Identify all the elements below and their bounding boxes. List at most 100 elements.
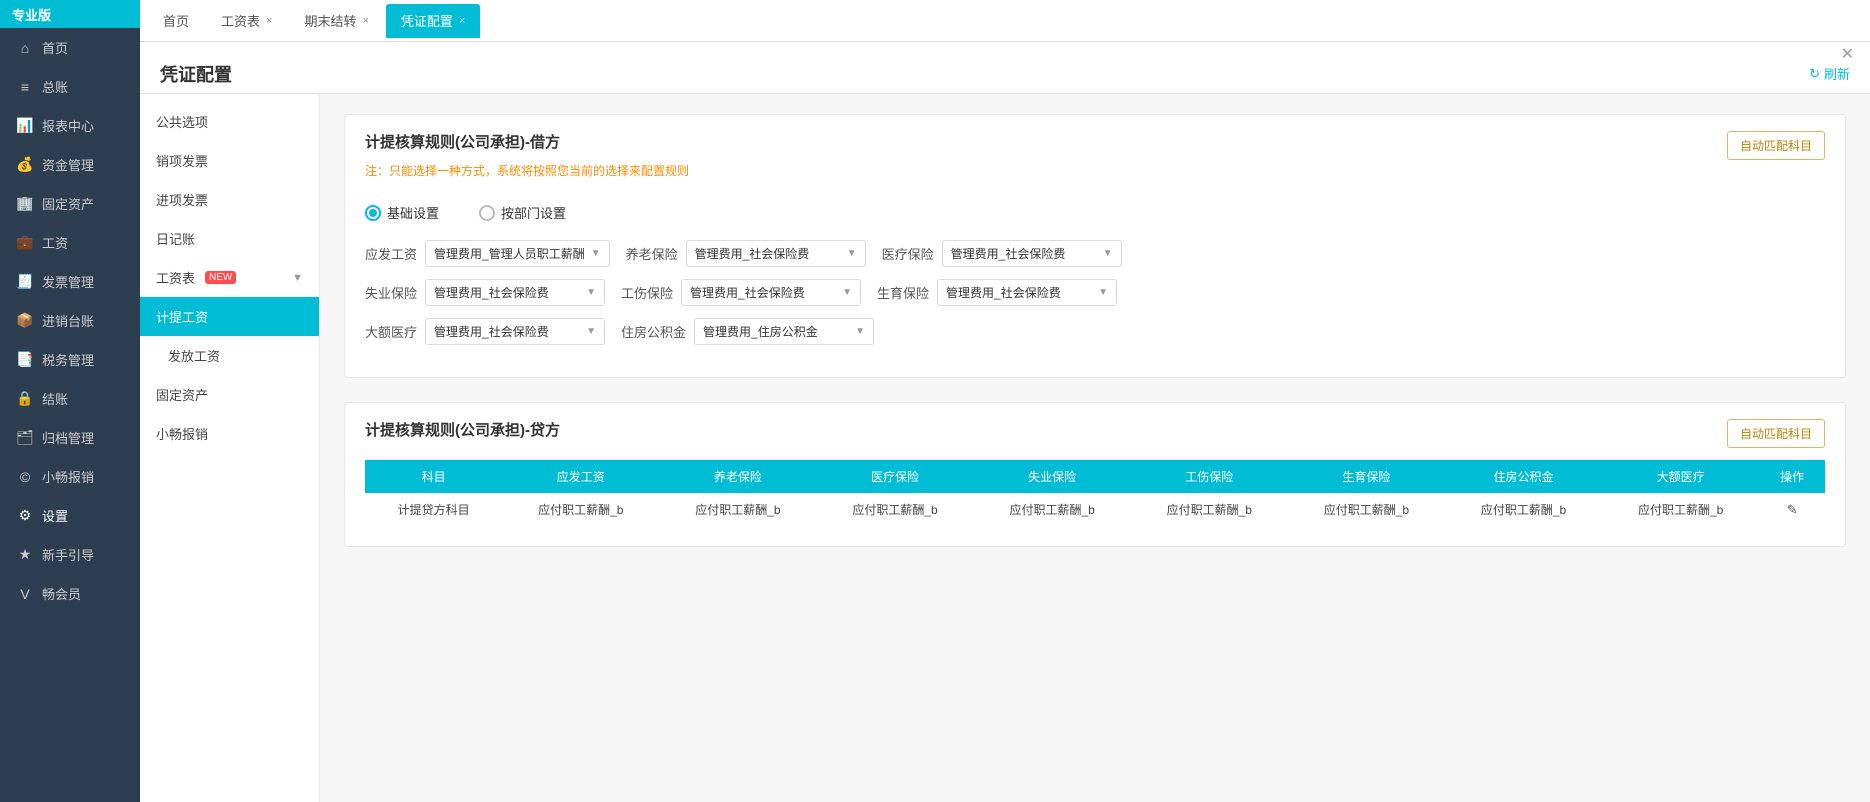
nav-petty-expense-label: 小畅报销 bbox=[156, 424, 208, 443]
td-subject: 计提贷方科目 bbox=[365, 493, 502, 526]
sidebar-item-invoice[interactable]: 🧾 发票管理 bbox=[0, 262, 140, 301]
radio-dept-circle bbox=[479, 205, 495, 221]
nav-journal[interactable]: 日记账 bbox=[140, 219, 319, 258]
td-失业保险: 应付职工薪酬_b bbox=[974, 493, 1131, 526]
credit-table: 科目 应发工资 养老保险 医疗保险 失业保险 工伤保险 生育保险 住房公积金 大… bbox=[365, 460, 1825, 526]
nav-public-label: 公共选项 bbox=[156, 112, 208, 131]
tab-voucher-close[interactable]: × bbox=[459, 15, 465, 27]
credit-section-title: 计提核算规则(公司承担)-贷方 bbox=[365, 419, 560, 440]
tab-period-label: 期末结转 bbox=[304, 11, 356, 30]
right-content: 计提核算规则(公司承担)-借方 注：只能选择一种方式，系统将按照您当前的选择来配… bbox=[320, 94, 1870, 802]
select-失业保险[interactable]: 管理费用_社会保险费 ▼ bbox=[425, 279, 605, 306]
field-住房公积金: 住房公积金 管理费用_住房公积金 ▼ bbox=[621, 318, 874, 345]
home-icon: ⌂ bbox=[16, 40, 34, 56]
td-应发工资: 应付职工薪酬_b bbox=[502, 493, 659, 526]
debit-section-note: 注：只能选择一种方式，系统将按照您当前的选择来配置规则 bbox=[365, 162, 689, 179]
debit-auto-match-button[interactable]: 自动匹配科目 bbox=[1727, 131, 1825, 160]
sidebar-item-member[interactable]: V 畅会员 bbox=[0, 574, 140, 613]
field-失业保险: 失业保险 管理费用_社会保险费 ▼ bbox=[365, 279, 605, 306]
sidebar-item-xiaochang[interactable]: © 小畅报销 bbox=[0, 457, 140, 496]
sidebar-label-tax: 税务管理 bbox=[42, 350, 94, 369]
chevron-大额医疗-icon: ▼ bbox=[586, 326, 596, 337]
label-养老保险: 养老保险 bbox=[626, 244, 678, 263]
table-row: 计提贷方科目 应付职工薪酬_b 应付职工薪酬_b 应付职工薪酬_b 应付职工薪酬… bbox=[365, 493, 1825, 526]
select-住房公积金[interactable]: 管理费用_住房公积金 ▼ bbox=[694, 318, 874, 345]
nav-accrual-label: 计提工资 bbox=[156, 307, 208, 326]
sidebar-item-tax[interactable]: 📑 税务管理 bbox=[0, 340, 140, 379]
td-大额医疗: 应付职工薪酬_b bbox=[1602, 493, 1759, 526]
page-title: 凭证配置 bbox=[160, 61, 232, 87]
chevron-住房公积金-icon: ▼ bbox=[855, 326, 865, 337]
credit-auto-match-button[interactable]: 自动匹配科目 bbox=[1727, 419, 1825, 448]
tab-period-close-btn[interactable]: × bbox=[362, 15, 368, 27]
sidebar-item-salary[interactable]: 💼 工资 bbox=[0, 223, 140, 262]
radio-basic[interactable]: 基础设置 bbox=[365, 203, 439, 222]
select-工伤保险[interactable]: 管理费用_社会保险费 ▼ bbox=[681, 279, 861, 306]
sidebar-item-closing[interactable]: 🔒 结账 bbox=[0, 379, 140, 418]
edit-icon[interactable]: ✎ bbox=[1787, 502, 1798, 517]
debit-section-title: 计提核算规则(公司承担)-借方 bbox=[365, 131, 689, 152]
nav-salary-table[interactable]: 工资表 NEW ▼ bbox=[140, 258, 319, 297]
field-医疗保险: 医疗保险 管理费用_社会保险费 ▼ bbox=[882, 240, 1122, 267]
sidebar-label-closing: 结账 bbox=[42, 389, 68, 408]
select-生育保险[interactable]: 管理费用_社会保险费 ▼ bbox=[937, 279, 1117, 306]
content-layout: 公共选项 销项发票 进项发票 日记账 工资表 NEW ▼ 计提工资 发放工资 bbox=[140, 94, 1870, 802]
select-医疗保险-value: 管理费用_社会保险费 bbox=[951, 245, 1066, 262]
sidebar-item-assets[interactable]: 🏢 固定资产 bbox=[0, 184, 140, 223]
tab-salary-table[interactable]: 工资表 × bbox=[206, 4, 287, 38]
label-应发工资: 应发工资 bbox=[365, 244, 417, 263]
label-住房公积金: 住房公积金 bbox=[621, 322, 686, 341]
closing-icon: 🔒 bbox=[16, 390, 34, 407]
credit-section-header: 计提核算规则(公司承担)-贷方 自动匹配科目 bbox=[365, 419, 1825, 450]
td-养老保险: 应付职工薪酬_b bbox=[659, 493, 816, 526]
select-养老保险[interactable]: 管理费用_社会保险费 ▼ bbox=[686, 240, 866, 267]
sidebar-item-ledger[interactable]: ≡ 总账 bbox=[0, 67, 140, 106]
nav-purchase-invoice[interactable]: 进项发票 bbox=[140, 180, 319, 219]
nav-accrual-salary[interactable]: 计提工资 bbox=[140, 297, 319, 336]
td-action[interactable]: ✎ bbox=[1759, 493, 1825, 526]
sidebar-item-funds[interactable]: 💰 资金管理 bbox=[0, 145, 140, 184]
radio-dept-label: 按部门设置 bbox=[501, 203, 566, 222]
sidebar-label-archive: 归档管理 bbox=[42, 428, 94, 447]
refresh-button[interactable]: ↻ 刷新 bbox=[1809, 64, 1850, 83]
select-医疗保险[interactable]: 管理费用_社会保险费 ▼ bbox=[942, 240, 1122, 267]
main-wrapper: 首页 工资表 × 期末结转 × 凭证配置 × ✕ 凭证配置 ↻ 刷新 公共选项 bbox=[140, 0, 1870, 802]
debit-form-row-1: 应发工资 管理费用_管理人员职工薪酬 ▼ 养老保险 管理费用_社会保险费 ▼ bbox=[365, 240, 1825, 267]
radio-basic-circle bbox=[365, 205, 381, 221]
chevron-down-icon: ▼ bbox=[292, 272, 303, 284]
nav-pay-salary[interactable]: 发放工资 bbox=[140, 336, 319, 375]
label-工伤保险: 工伤保险 bbox=[621, 283, 673, 302]
refresh-label: 刷新 bbox=[1824, 64, 1850, 83]
tab-home[interactable]: 首页 bbox=[148, 4, 204, 38]
tab-voucher-config[interactable]: 凭证配置 × bbox=[386, 4, 480, 38]
sidebar-label-stock: 进销台账 bbox=[42, 311, 94, 330]
nav-sales-invoice[interactable]: 销项发票 bbox=[140, 141, 319, 180]
sidebar-item-stock[interactable]: 📦 进销台账 bbox=[0, 301, 140, 340]
sidebar-item-settings[interactable]: ⚙ 设置 bbox=[0, 496, 140, 535]
chevron-工伤保险-icon: ▼ bbox=[842, 287, 852, 298]
select-生育保险-value: 管理费用_社会保险费 bbox=[946, 284, 1061, 301]
td-工伤保险: 应付职工薪酬_b bbox=[1131, 493, 1288, 526]
select-大额医疗[interactable]: 管理费用_社会保险费 ▼ bbox=[425, 318, 605, 345]
select-应发工资[interactable]: 管理费用_管理人员职工薪酬 ▼ bbox=[425, 240, 610, 267]
assets-icon: 🏢 bbox=[16, 195, 34, 212]
nav-public[interactable]: 公共选项 bbox=[140, 102, 319, 141]
nav-sales-label: 销项发票 bbox=[156, 151, 208, 170]
th-住房公积金: 住房公积金 bbox=[1445, 460, 1602, 493]
sidebar-item-archive[interactable]: 🗂 归档管理 bbox=[0, 418, 140, 457]
sidebar-item-home[interactable]: ⌂ 首页 bbox=[0, 28, 140, 67]
sidebar-item-reports[interactable]: 📊 报表中心 bbox=[0, 106, 140, 145]
tabs-bar: 首页 工资表 × 期末结转 × 凭证配置 × bbox=[140, 0, 1870, 42]
nav-fixed-assets[interactable]: 固定资产 bbox=[140, 375, 319, 414]
th-操作: 操作 bbox=[1759, 460, 1825, 493]
tab-period-close[interactable]: 期末结转 × bbox=[289, 4, 383, 38]
field-养老保险: 养老保险 管理费用_社会保险费 ▼ bbox=[626, 240, 866, 267]
sidebar-label-reports: 报表中心 bbox=[42, 116, 94, 135]
sidebar-item-guide[interactable]: ★ 新手引导 bbox=[0, 535, 140, 574]
nav-petty-expense[interactable]: 小畅报销 bbox=[140, 414, 319, 453]
radio-dept[interactable]: 按部门设置 bbox=[479, 203, 566, 222]
main-close-button[interactable]: ✕ bbox=[1841, 44, 1854, 64]
tab-salary-close[interactable]: × bbox=[266, 15, 272, 27]
td-医疗保险: 应付职工薪酬_b bbox=[816, 493, 973, 526]
sidebar-label-invoice: 发票管理 bbox=[42, 272, 94, 291]
